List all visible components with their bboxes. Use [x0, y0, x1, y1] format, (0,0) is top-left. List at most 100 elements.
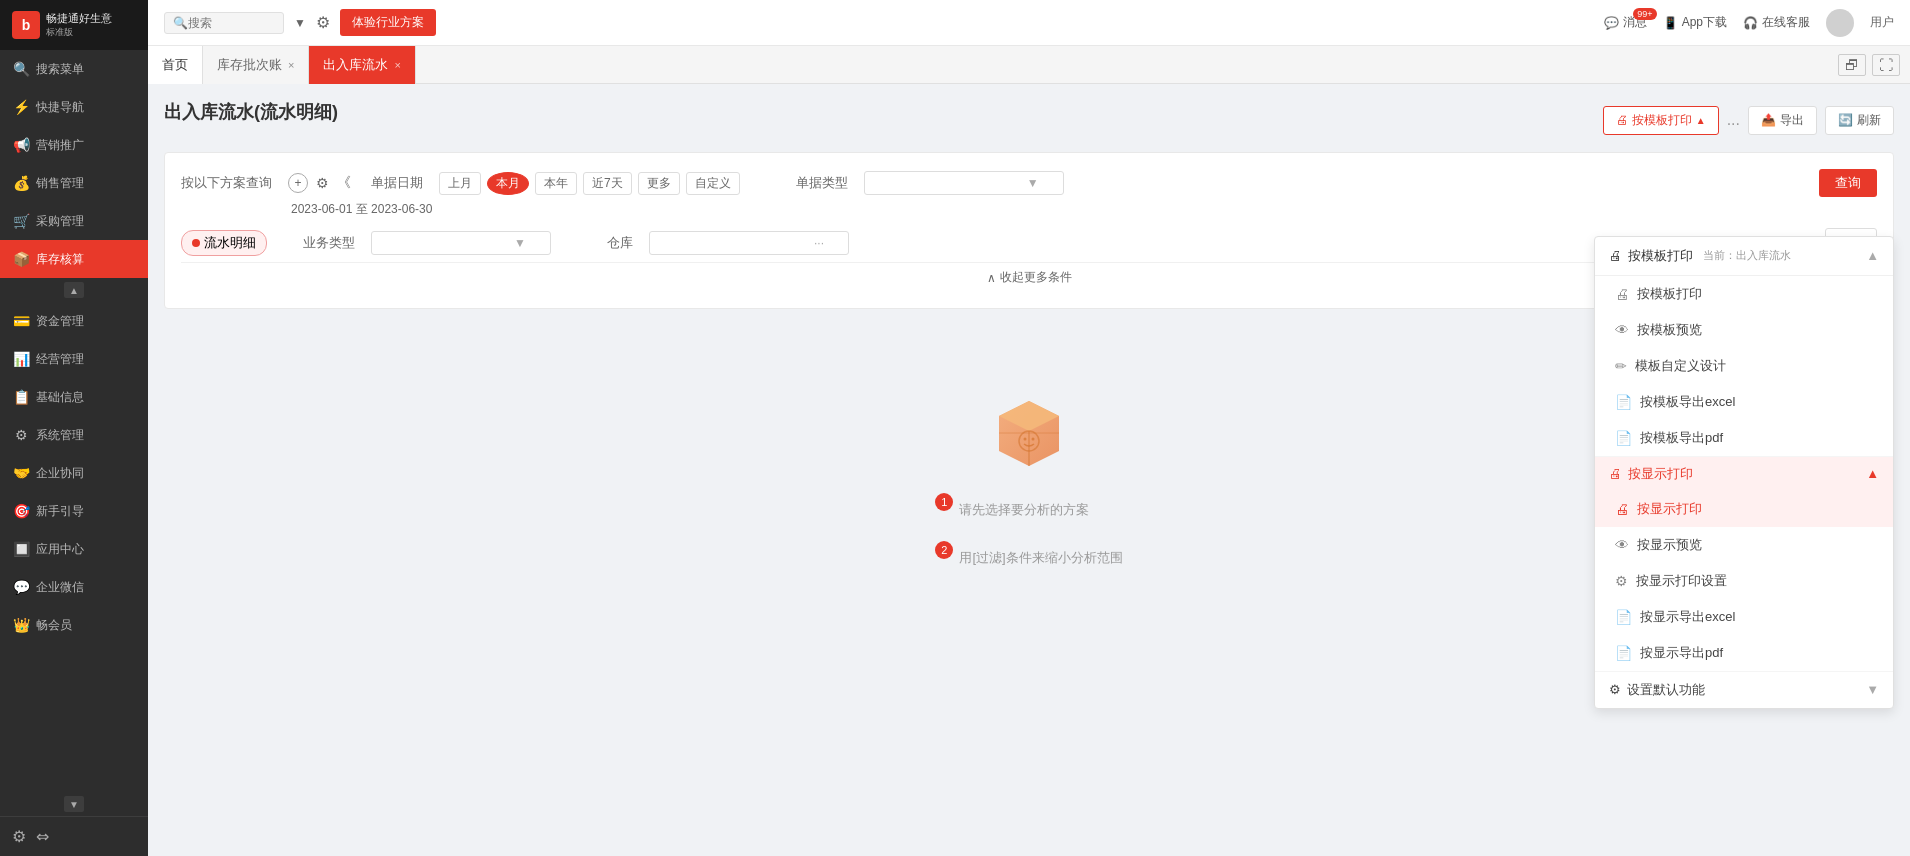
- current-label: 当前：出入库流水: [1703, 248, 1791, 263]
- sidebar-scroll-up: ▲: [0, 278, 148, 302]
- tab-flow[interactable]: 出入库流水 ×: [309, 46, 415, 84]
- flow-detail-badge[interactable]: 流水明细: [181, 230, 267, 256]
- sidebar-item-basic[interactable]: 📋 基础信息: [0, 378, 148, 416]
- cart-icon: 🛒: [12, 212, 30, 230]
- warehouse-more-icon[interactable]: ···: [814, 236, 824, 250]
- display-preview-item[interactable]: 👁 按显示预览: [1595, 527, 1893, 563]
- refresh-button[interactable]: 🔄 刷新: [1825, 106, 1894, 135]
- sidebar-bottom: ⚙ ⇔: [0, 816, 148, 856]
- topbar-dropdown-arrow[interactable]: ▼: [294, 16, 306, 30]
- topbar: 🔍 ▼ ⚙ 体验行业方案 💬 消息 99+ 📱 App下载 🎧 在线客服 用户: [148, 0, 1910, 46]
- app-download-button[interactable]: 📱 App下载: [1663, 14, 1727, 31]
- sidebar-item-shortcut[interactable]: ⚡ 快捷导航: [0, 88, 148, 126]
- export-label: 导出: [1780, 112, 1804, 129]
- bill-type-select[interactable]: ▼: [864, 171, 1064, 195]
- user-name: 用户: [1870, 14, 1894, 31]
- sidebar-item-appstore[interactable]: 🔲 应用中心: [0, 530, 148, 568]
- tab-restore-btn[interactable]: 🗗: [1838, 54, 1866, 76]
- sidebar-item-marketing[interactable]: 📢 营销推广: [0, 126, 148, 164]
- sidebar-item-member[interactable]: 👑 畅会员: [0, 606, 148, 644]
- collapse-sidebar-icon[interactable]: ⇔: [36, 827, 49, 846]
- template-print-item[interactable]: 🖨 按模板打印: [1595, 276, 1893, 312]
- sidebar-item-guide[interactable]: 🎯 新手引导: [0, 492, 148, 530]
- customer-service-label: 在线客服: [1762, 14, 1810, 31]
- sidebar-item-operations[interactable]: 📊 经营管理: [0, 340, 148, 378]
- date-btn-this-month[interactable]: 本月: [487, 172, 529, 195]
- tab-flow-close[interactable]: ×: [394, 59, 400, 71]
- app-logo-icon: b: [12, 11, 40, 39]
- user-avatar[interactable]: [1826, 9, 1854, 37]
- industry-solution-button[interactable]: 体验行业方案: [340, 9, 436, 36]
- dropdown-header: 🖨 按模板打印 当前：出入库流水 ▲: [1595, 237, 1893, 276]
- topbar-search-icon: 🔍: [173, 16, 188, 30]
- settings-icon[interactable]: ⚙: [12, 827, 26, 846]
- tab-inventory-batch-close[interactable]: ×: [288, 59, 294, 71]
- sidebar-item-finance[interactable]: 💳 资金管理: [0, 302, 148, 340]
- dropdown-collapse-arrow[interactable]: ▲: [1866, 248, 1879, 263]
- megaphone-icon: 📢: [12, 136, 30, 154]
- filter-collapse-icon[interactable]: 《: [337, 174, 351, 192]
- scroll-up-btn[interactable]: ▲: [64, 282, 84, 298]
- handshake-icon: 🤝: [12, 464, 30, 482]
- tab-inventory-batch[interactable]: 库存批次账 ×: [203, 46, 309, 84]
- template-export-pdf-item[interactable]: 📄 按模板导出pdf: [1595, 420, 1893, 456]
- sidebar-item-purchase[interactable]: 🛒 采购管理: [0, 202, 148, 240]
- sidebar-item-collab[interactable]: 🤝 企业协同: [0, 454, 148, 492]
- default-function-icon: ⚙: [1609, 682, 1621, 697]
- topbar-search-input[interactable]: [188, 16, 268, 30]
- sidebar-item-system[interactable]: ⚙ 系统管理: [0, 416, 148, 454]
- date-btn-custom[interactable]: 自定义: [686, 172, 740, 195]
- sidebar-item-sales[interactable]: 💰 销售管理: [0, 164, 148, 202]
- tab-home[interactable]: 首页: [148, 46, 203, 84]
- print-template-button[interactable]: 🖨 按模板打印 ▲: [1603, 106, 1719, 135]
- dropdown-title: 🖨 按模板打印 当前：出入库流水: [1609, 247, 1791, 265]
- sidebar-item-inventory[interactable]: 📦 库存核算: [0, 240, 148, 278]
- tab-expand-btn[interactable]: ⛶: [1872, 54, 1900, 76]
- sidebar-item-label: 企业协同: [36, 465, 84, 482]
- dropdown-footer[interactable]: ⚙ 设置默认功能 ▼: [1595, 672, 1893, 708]
- tab-home-label: 首页: [162, 56, 188, 74]
- display-export-excel-item[interactable]: 📄 按显示导出excel: [1595, 599, 1893, 635]
- template-preview-item[interactable]: 👁 按模板预览: [1595, 312, 1893, 348]
- topbar-gear-icon[interactable]: ⚙: [316, 13, 330, 32]
- message-button[interactable]: 💬 消息 99+: [1604, 14, 1647, 31]
- toolbar-more-label[interactable]: ...: [1727, 111, 1740, 129]
- template-export-excel-item[interactable]: 📄 按模板导出excel: [1595, 384, 1893, 420]
- display-print-settings-item[interactable]: ⚙ 按显示打印设置: [1595, 563, 1893, 599]
- display-print-item[interactable]: 🖨 按显示打印: [1595, 491, 1893, 527]
- sidebar-item-label: 新手引导: [36, 503, 84, 520]
- template-print-section: 🖨 按模板打印 👁 按模板预览 ✏ 模板自定义设计 📄: [1595, 276, 1893, 457]
- eye-icon-d: 👁: [1615, 537, 1629, 553]
- clipboard-icon: 📋: [12, 388, 30, 406]
- topbar-search-box[interactable]: 🔍: [164, 12, 284, 34]
- print-template-label: 按模板打印: [1632, 112, 1692, 129]
- eye-icon-t: 👁: [1615, 322, 1629, 338]
- app-download-icon: 📱: [1663, 16, 1678, 30]
- display-print-section-header[interactable]: 🖨 按显示打印 ▲: [1595, 457, 1893, 491]
- sidebar-item-wechat[interactable]: 💬 企业微信: [0, 568, 148, 606]
- business-type-select[interactable]: ▼: [371, 231, 551, 255]
- sidebar-item-label: 销售管理: [36, 175, 84, 192]
- warehouse-select[interactable]: ···: [649, 231, 849, 255]
- grid-icon: 🔲: [12, 540, 30, 558]
- date-btn-7days[interactable]: 近7天: [583, 172, 632, 195]
- filter-add-button[interactable]: +: [288, 173, 308, 193]
- box-icon: 📦: [12, 250, 30, 268]
- empty-step-2: 2 用[过滤]条件来缩小分析范围: [935, 533, 1122, 567]
- date-btn-last-month[interactable]: 上月: [439, 172, 481, 195]
- date-range-display: 2023-06-01 至 2023-06-30: [291, 202, 432, 216]
- customer-service-button[interactable]: 🎧 在线客服: [1743, 14, 1810, 31]
- display-export-pdf-item[interactable]: 📄 按显示导出pdf: [1595, 635, 1893, 671]
- display-export-excel-label: 按显示导出excel: [1640, 608, 1735, 626]
- refresh-label: 刷新: [1857, 112, 1881, 129]
- template-custom-item[interactable]: ✏ 模板自定义设计: [1595, 348, 1893, 384]
- filter-settings-icon[interactable]: ⚙: [316, 175, 329, 191]
- export-button[interactable]: 📤 导出: [1748, 106, 1817, 135]
- date-btn-this-year[interactable]: 本年: [535, 172, 577, 195]
- flow-detail-dot: [192, 239, 200, 247]
- query-button[interactable]: 查询: [1819, 169, 1877, 197]
- filter-by-label: 按以下方案查询: [181, 174, 272, 192]
- scroll-down-btn[interactable]: ▼: [64, 796, 84, 812]
- sidebar-item-search[interactable]: 🔍 搜索菜单: [0, 50, 148, 88]
- date-btn-more[interactable]: 更多: [638, 172, 680, 195]
